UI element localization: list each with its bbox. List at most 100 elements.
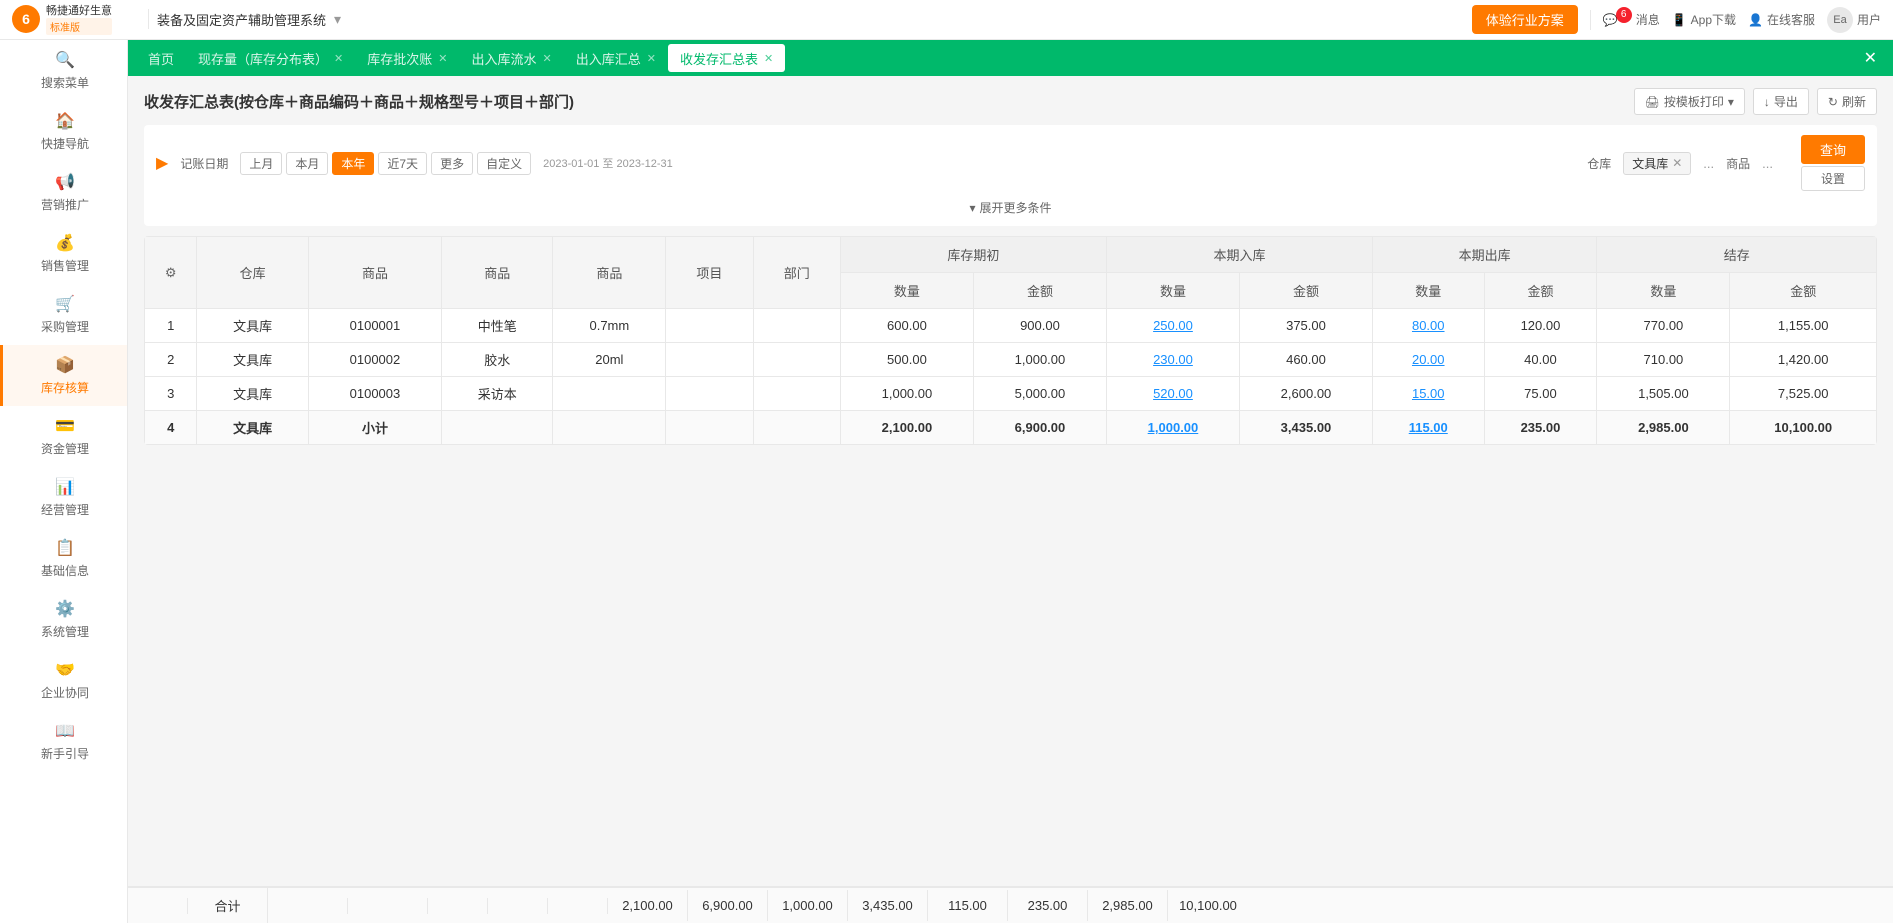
goods-more-dots[interactable]: ... xyxy=(1762,156,1773,171)
inventory-icon: 📦 xyxy=(55,355,75,375)
tab-home[interactable]: 首页 xyxy=(136,44,186,72)
th-in-qty: 数量 xyxy=(1106,273,1239,309)
sidebar-item-marketing[interactable]: 📢 营销推广 xyxy=(0,162,127,223)
tab-batch-close[interactable]: ✕ xyxy=(438,52,447,65)
sidebar-item-sales[interactable]: 💰 销售管理 xyxy=(0,223,127,284)
date-btn-this-year[interactable]: 本年 xyxy=(332,152,374,175)
sidebar-item-operations[interactable]: 📊 经营管理 xyxy=(0,467,127,528)
enterprise-icon: 🤝 xyxy=(55,660,75,680)
main-table: ⚙ 仓库 商品 商品 商品 项目 部门 库存期初 本期入库 本期出库 结存 xyxy=(144,236,1877,445)
footer-goods-name xyxy=(348,898,428,914)
system-dropdown-icon[interactable]: ▾ xyxy=(334,11,341,28)
expand-more-btn[interactable]: ▾ 展开更多条件 xyxy=(969,199,1051,216)
home-icon: 🏠 xyxy=(55,111,75,131)
warehouse-tag-close[interactable]: ✕ xyxy=(1672,156,1682,170)
logo-area: 6 畅捷通好生意 标准版 xyxy=(12,4,140,35)
page-title: 收发存汇总表(按仓库＋商品编码＋商品＋规格型号＋项目＋部门) xyxy=(144,91,574,112)
query-button[interactable]: 查询 xyxy=(1801,135,1865,164)
footer-close-qty: 2,985.00 xyxy=(1088,890,1168,921)
tab-stock-dist-close[interactable]: ✕ xyxy=(334,52,343,65)
footer-spec xyxy=(428,898,488,914)
tab-flow-close[interactable]: ✕ xyxy=(543,52,552,65)
row2-in-qty[interactable]: 230.00 xyxy=(1106,343,1239,377)
filter-bar: ▶ 记账日期 上月 本月 本年 近7天 更多 自定义 2023-01-01 至 … xyxy=(144,125,1877,226)
subtotal-out-amt: 235.00 xyxy=(1484,411,1597,445)
th-settings[interactable]: ⚙ xyxy=(145,237,197,309)
row2-goods-code: 0100002 xyxy=(308,343,441,377)
logo-text: 畅捷通好生意 xyxy=(46,4,112,18)
online-service-item[interactable]: 👤 在线客服 xyxy=(1748,11,1815,28)
guide-icon: 📖 xyxy=(55,721,75,741)
user-item[interactable]: Ea 用户 xyxy=(1827,7,1881,33)
subtotal-project xyxy=(666,411,753,445)
content-area: 首页 现存量（库存分布表） ✕ 库存批次账 ✕ 出入库流水 ✕ 出入库汇总 ✕ … xyxy=(128,40,1893,923)
row1-in-qty[interactable]: 250.00 xyxy=(1106,309,1239,343)
basic-info-icon: 📋 xyxy=(55,538,75,558)
app-download-item[interactable]: 📱 App下载 xyxy=(1672,11,1736,28)
table-row: 1 文具库 0100001 中性笔 0.7mm 600.00 900.00 25… xyxy=(145,309,1877,343)
spacer xyxy=(144,445,1877,645)
date-btn-7days[interactable]: 近7天 xyxy=(378,152,427,175)
row1-no: 1 xyxy=(145,309,197,343)
date-btn-last-month[interactable]: 上月 xyxy=(240,152,282,175)
tab-recv-send[interactable]: 收发存汇总表 ✕ xyxy=(668,44,785,72)
print-template-btn[interactable]: 🖨 按模板打印 ▾ xyxy=(1634,88,1745,115)
row2-project xyxy=(666,343,753,377)
export-btn[interactable]: ↓ 导出 xyxy=(1753,88,1809,115)
date-btn-more[interactable]: 更多 xyxy=(431,152,473,175)
tab-batch-account[interactable]: 库存批次账 ✕ xyxy=(355,44,459,72)
sidebar-item-finance[interactable]: 💳 资金管理 xyxy=(0,406,127,467)
online-service-label: 在线客服 xyxy=(1767,11,1815,28)
sidebar-item-purchase[interactable]: 🛒 采购管理 xyxy=(0,284,127,345)
col-settings-icon[interactable]: ⚙ xyxy=(165,265,177,280)
row2-close-qty: 710.00 xyxy=(1597,343,1730,377)
message-item[interactable]: 💬 6 消息 xyxy=(1603,11,1660,28)
date-btn-this-month[interactable]: 本月 xyxy=(286,152,328,175)
th-open-amt: 金额 xyxy=(973,273,1106,309)
warehouse-more-dots[interactable]: ... xyxy=(1703,156,1714,171)
date-label: 记账日期 xyxy=(180,155,228,172)
sidebar-item-search[interactable]: 🔍 搜索菜单 xyxy=(0,40,127,101)
date-btn-custom[interactable]: 自定义 xyxy=(477,152,531,175)
row1-out-qty[interactable]: 80.00 xyxy=(1372,309,1484,343)
sidebar-item-basic-info[interactable]: 📋 基础信息 xyxy=(0,528,127,589)
system-icon: ⚙️ xyxy=(55,599,75,619)
row2-out-qty[interactable]: 20.00 xyxy=(1372,343,1484,377)
subtotal-in-qty[interactable]: 1,000.00 xyxy=(1106,411,1239,445)
sidebar-item-quick-nav[interactable]: 🏠 快捷导航 xyxy=(0,101,127,162)
row3-in-qty[interactable]: 520.00 xyxy=(1106,377,1239,411)
refresh-btn[interactable]: ↻ 刷新 xyxy=(1817,88,1877,115)
sales-icon: 💰 xyxy=(55,233,75,253)
tab-batch-label: 库存批次账 xyxy=(367,49,432,68)
subtotal-row: 4 文具库 小计 2,100.00 6,900.00 1,000.00 3,43… xyxy=(145,411,1877,445)
tab-in-out-flow[interactable]: 出入库流水 ✕ xyxy=(459,44,563,72)
tab-stock-dist[interactable]: 现存量（库存分布表） ✕ xyxy=(186,44,355,72)
sidebar-item-inventory[interactable]: 📦 库存核算 xyxy=(0,345,127,406)
filter-row-1: ▶ 记账日期 上月 本月 本年 近7天 更多 自定义 2023-01-01 至 … xyxy=(156,135,1865,191)
tab-in-out-summary[interactable]: 出入库汇总 ✕ xyxy=(564,44,668,72)
footer-in-qty: 1,000.00 xyxy=(768,890,848,921)
th-open-qty: 数量 xyxy=(840,273,973,309)
sidebar-label-guide: 新手引导 xyxy=(41,745,89,762)
subtotal-goods-name xyxy=(441,411,552,445)
tab-in-out-close[interactable]: ✕ xyxy=(647,52,656,65)
subtotal-out-qty[interactable]: 115.00 xyxy=(1372,411,1484,445)
th-goods-name: 商品 xyxy=(441,237,552,309)
settings-button[interactable]: 设置 xyxy=(1801,166,1865,191)
row3-goods-name: 采访本 xyxy=(441,377,552,411)
logo-tag: 标准版 xyxy=(46,18,112,35)
sidebar-item-enterprise[interactable]: 🤝 企业协同 xyxy=(0,650,127,711)
row3-no: 3 xyxy=(145,377,197,411)
row3-out-qty[interactable]: 15.00 xyxy=(1372,377,1484,411)
goods-label: 商品 xyxy=(1726,155,1750,172)
tab-home-label: 首页 xyxy=(148,49,174,68)
row1-open-amt: 900.00 xyxy=(973,309,1106,343)
tab-recv-close[interactable]: ✕ xyxy=(764,52,773,65)
row3-goods-spec xyxy=(553,377,666,411)
trial-button[interactable]: 体验行业方案 xyxy=(1472,5,1578,34)
filter-expand-arrow[interactable]: ▶ xyxy=(156,153,168,173)
sidebar-item-guide[interactable]: 📖 新手引导 xyxy=(0,711,127,772)
sidebar-item-system[interactable]: ⚙️ 系统管理 xyxy=(0,589,127,650)
row1-in-amt: 375.00 xyxy=(1239,309,1372,343)
tab-bar-close-all[interactable]: ✕ xyxy=(1856,48,1885,68)
